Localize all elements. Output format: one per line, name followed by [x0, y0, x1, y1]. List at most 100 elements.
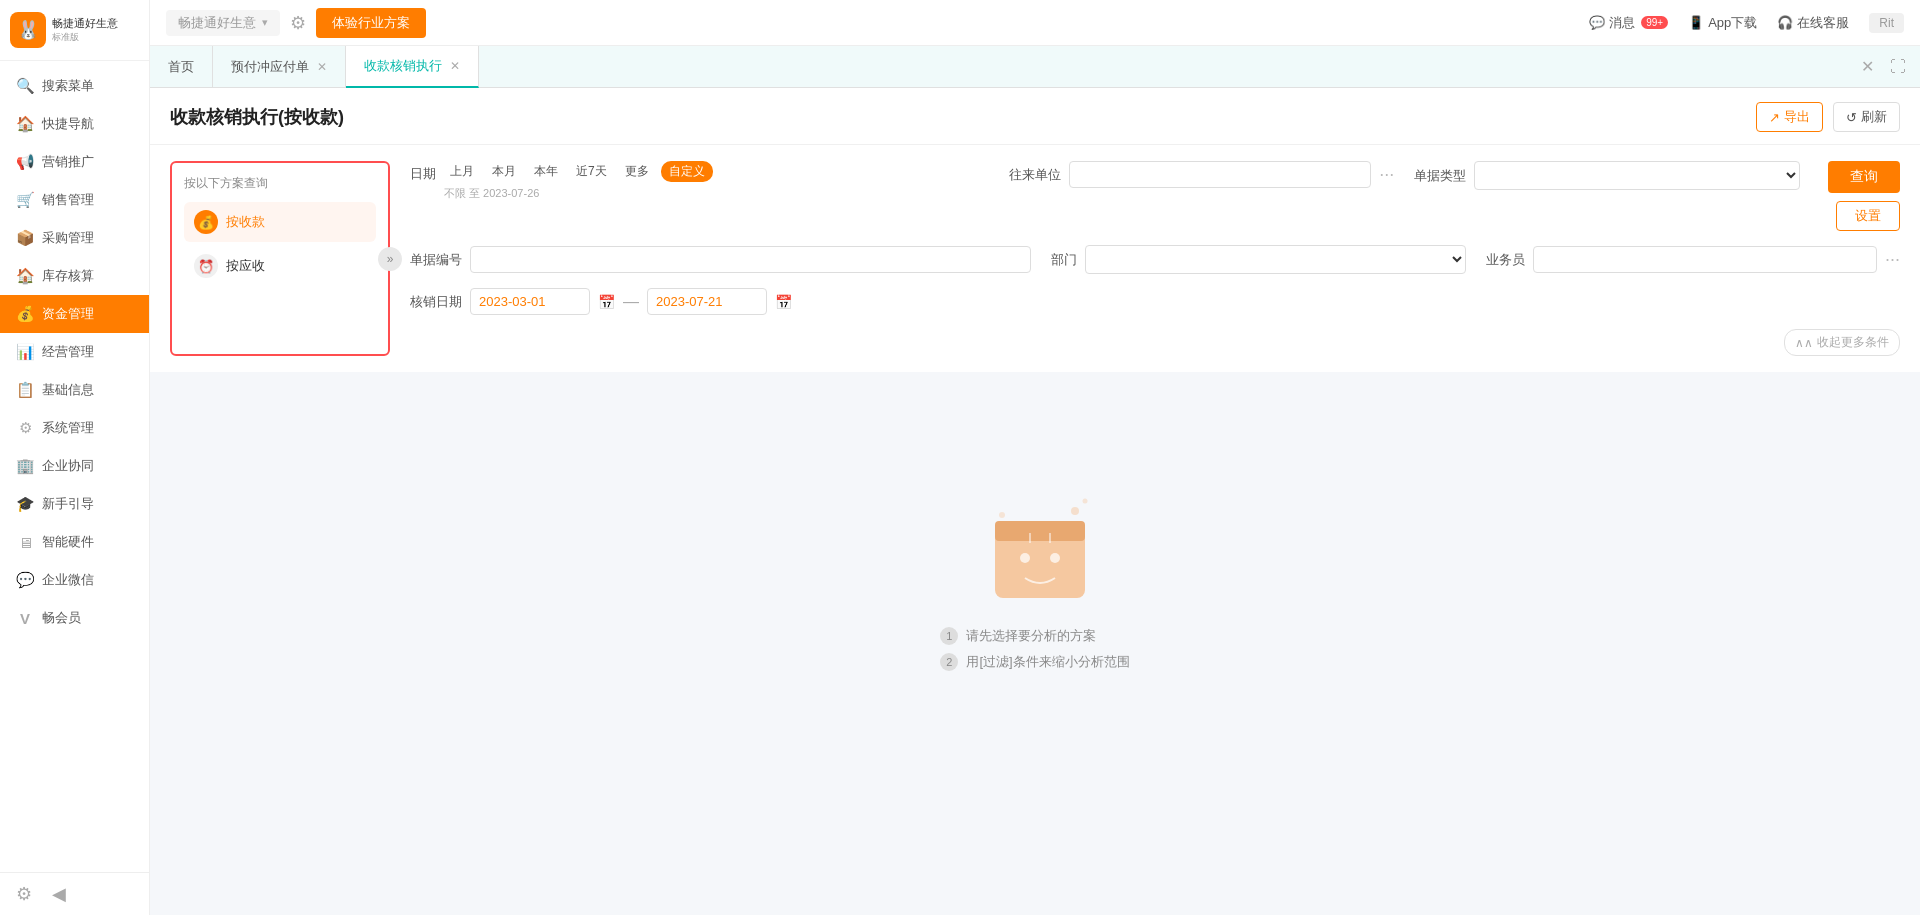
sidebar-item-basic[interactable]: 📋 基础信息	[0, 371, 149, 409]
maximize-icon[interactable]: ⛶	[1886, 54, 1910, 80]
logo-name: 畅捷通好生意	[52, 16, 118, 30]
refresh-icon: ↺	[1846, 110, 1857, 125]
industry-solution-button[interactable]: 体验行业方案	[316, 8, 426, 38]
filter-left-panel: 按以下方案查询 💰 按收款 ⏰ 按应收 »	[170, 161, 390, 356]
tab-prepay-close[interactable]: ✕	[317, 60, 327, 74]
tab-collect-label: 收款核销执行	[364, 57, 442, 75]
sidebar-item-enterprise[interactable]: 🏢 企业协同	[0, 447, 149, 485]
message-button[interactable]: 💬 消息 99+	[1589, 14, 1668, 32]
dept-select[interactable]	[1085, 245, 1465, 274]
business-icon: 📊	[16, 343, 34, 361]
date-separator: —	[623, 293, 639, 311]
main-area: 畅捷通好生意 ▾ ⚙ 体验行业方案 💬 消息 99+ 📱 App下载 🎧 在线客…	[150, 0, 1920, 915]
page-header: 收款核销执行(按收款) ↗ 导出 ↺ 刷新	[150, 88, 1920, 145]
filter-panel: 按以下方案查询 💰 按收款 ⏰ 按应收 » 日期	[150, 145, 1920, 372]
empty-tip-1-text: 请先选择要分析的方案	[966, 627, 1096, 645]
sidebar-item-label: 快捷导航	[42, 115, 94, 133]
sidebar-item-label: 系统管理	[42, 419, 94, 437]
collapse-more-button[interactable]: ∧∧ 收起更多条件	[1784, 329, 1900, 356]
sidebar-item-label: 采购管理	[42, 229, 94, 247]
write-off-end-input[interactable]	[647, 288, 767, 315]
tab-prepay[interactable]: 预付冲应付单 ✕	[213, 46, 346, 88]
write-off-start-input[interactable]	[470, 288, 590, 315]
sidebar-item-inventory[interactable]: 🏠 库存核算	[0, 257, 149, 295]
partner-picker-icon[interactable]: ···	[1379, 164, 1394, 185]
refresh-label: 刷新	[1861, 108, 1887, 126]
message-label: 消息	[1609, 14, 1635, 32]
sidebar-item-search[interactable]: 🔍 搜索菜单	[0, 67, 149, 105]
settings-bottom-icon[interactable]: ⚙	[16, 883, 32, 905]
export-button[interactable]: ↗ 导出	[1756, 102, 1823, 132]
sidebar-item-guide[interactable]: 🎓 新手引导	[0, 485, 149, 523]
topbar-brand: 畅捷通好生意 ▾	[166, 10, 280, 36]
calendar-start-icon[interactable]: 📅	[598, 294, 615, 310]
sidebar-item-marketing[interactable]: 📢 营销推广	[0, 143, 149, 181]
receivable-icon: ⏰	[194, 254, 218, 278]
message-badge: 99+	[1641, 16, 1668, 29]
collapse-sidebar-icon[interactable]: ◀	[52, 883, 66, 905]
svg-rect-1	[995, 521, 1085, 541]
tab-home[interactable]: 首页	[150, 46, 213, 88]
collapse-left-panel-button[interactable]: »	[378, 247, 402, 271]
user-avatar[interactable]: Rit	[1869, 13, 1904, 33]
export-icon: ↗	[1769, 110, 1780, 125]
filter-option-by-receivable[interactable]: ⏰ 按应收	[184, 246, 376, 286]
sidebar-item-finance[interactable]: 💰 资金管理	[0, 295, 149, 333]
date-more-btn[interactable]: 更多	[619, 161, 655, 182]
close-all-tabs-icon[interactable]: ✕	[1857, 53, 1878, 80]
sidebar-item-wechat[interactable]: 💬 企业微信	[0, 561, 149, 599]
sidebar: 🐰 畅捷通好生意 标准版 🔍 搜索菜单 🏠 快捷导航 📢 营销推广 🛒 销售管理…	[0, 0, 150, 915]
date-last-month-btn[interactable]: 上月	[444, 161, 480, 182]
filter-option-by-receipt[interactable]: 💰 按收款	[184, 202, 376, 242]
online-service-label: 在线客服	[1797, 14, 1849, 32]
doc-type-label: 单据类型	[1414, 167, 1466, 185]
topbar-brand-text: 畅捷通好生意	[178, 14, 256, 32]
receipt-icon: 💰	[194, 210, 218, 234]
finance-icon: 💰	[16, 305, 34, 323]
empty-tip-2-text: 用[过滤]条件来缩小分析范围	[966, 653, 1129, 671]
page-header-actions: ↗ 导出 ↺ 刷新	[1756, 102, 1900, 144]
date-hint: 不限 至 2023-07-26	[444, 186, 713, 201]
settings-button[interactable]: 设置	[1836, 201, 1900, 231]
app-download-button[interactable]: 📱 App下载	[1688, 14, 1757, 32]
chevron-up-icon: ∧∧	[1795, 336, 1813, 350]
date-7days-btn[interactable]: 近7天	[570, 161, 613, 182]
sidebar-item-sales[interactable]: 🛒 销售管理	[0, 181, 149, 219]
sidebar-item-purchase[interactable]: 📦 采购管理	[0, 219, 149, 257]
sidebar-item-label: 资金管理	[42, 305, 94, 323]
tab-collect-close[interactable]: ✕	[450, 59, 460, 73]
filter-option-receivable-label: 按应收	[226, 257, 265, 275]
doc-type-select[interactable]	[1474, 161, 1800, 190]
sidebar-item-hardware[interactable]: 🖥 智能硬件	[0, 523, 149, 561]
refresh-button[interactable]: ↺ 刷新	[1833, 102, 1900, 132]
system-icon: ⚙	[16, 419, 34, 437]
sidebar-item-label: 企业微信	[42, 571, 94, 589]
date-this-year-btn[interactable]: 本年	[528, 161, 564, 182]
collapse-more-label: 收起更多条件	[1817, 334, 1889, 351]
sidebar-item-label: 企业协同	[42, 457, 94, 475]
doc-no-input[interactable]	[470, 246, 1031, 273]
date-custom-btn[interactable]: 自定义	[661, 161, 713, 182]
gear-icon[interactable]: ⚙	[290, 12, 306, 34]
filter-option-receipt-label: 按收款	[226, 213, 265, 231]
tab-home-label: 首页	[168, 58, 194, 76]
online-service-button[interactable]: 🎧 在线客服	[1777, 14, 1849, 32]
tip-num-2: 2	[940, 653, 958, 671]
marketing-icon: 📢	[16, 153, 34, 171]
member-icon: V	[16, 610, 34, 627]
calendar-end-icon[interactable]: 📅	[775, 294, 792, 310]
sidebar-item-label: 畅会员	[42, 609, 81, 627]
salesperson-picker-icon[interactable]: ···	[1885, 249, 1900, 270]
sidebar-item-business[interactable]: 📊 经营管理	[0, 333, 149, 371]
partner-input[interactable]	[1069, 161, 1372, 188]
sidebar-item-system[interactable]: ⚙ 系统管理	[0, 409, 149, 447]
tab-collect[interactable]: 收款核销执行 ✕	[346, 46, 479, 88]
topbar-right: 💬 消息 99+ 📱 App下载 🎧 在线客服 Rit	[1589, 13, 1904, 33]
sidebar-item-member[interactable]: V 畅会员	[0, 599, 149, 637]
export-label: 导出	[1784, 108, 1810, 126]
sidebar-item-quick[interactable]: 🏠 快捷导航	[0, 105, 149, 143]
tab-prepay-label: 预付冲应付单	[231, 58, 309, 76]
date-this-month-btn[interactable]: 本月	[486, 161, 522, 182]
query-button[interactable]: 查询	[1828, 161, 1900, 193]
salesperson-input[interactable]	[1533, 246, 1877, 273]
